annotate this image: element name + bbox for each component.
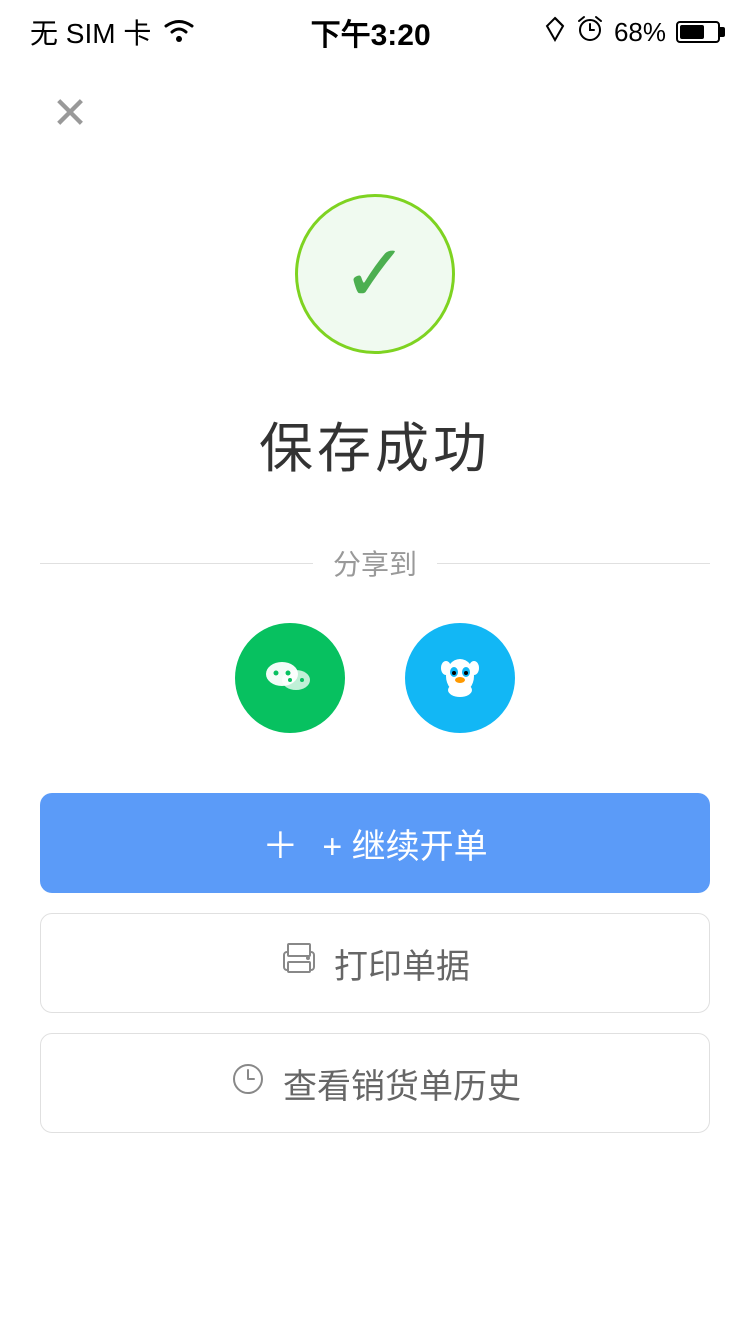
location-icon [544,16,566,49]
status-time: 下午3:20 [311,10,431,54]
print-label: 打印单据 [334,939,470,988]
print-icon [280,940,318,987]
share-section: 分享到 [40,543,710,733]
checkmark-icon: ✓ [341,234,408,314]
share-label: 分享到 [333,543,417,583]
share-icons-row [40,623,710,733]
status-bar: 无 SIM 卡 下午3:20 68% [0,0,750,64]
success-icon-circle: ✓ [295,194,455,354]
close-icon: ✕ [52,92,89,136]
qq-icon [430,648,490,708]
actions-section: ＋ + 继续开单 打印单据 查看销货单历 [40,793,710,1133]
continue-button[interactable]: ＋ + 继续开单 [40,793,710,893]
main-content: ✕ ✓ 保存成功 分享到 [0,64,750,1334]
battery-icon [676,21,720,43]
close-button[interactable]: ✕ [40,84,100,144]
qq-share-button[interactable] [405,623,515,733]
share-divider-row: 分享到 [40,543,710,583]
no-sim-label: 无 SIM 卡 [30,12,151,52]
status-right: 68% [544,15,720,50]
divider-right [437,563,710,564]
wechat-share-button[interactable] [235,623,345,733]
print-button[interactable]: 打印单据 [40,913,710,1013]
success-title: 保存成功 [259,404,491,483]
divider-left [40,563,313,564]
wechat-icon [260,648,320,708]
status-left: 无 SIM 卡 [30,12,197,52]
history-button[interactable]: 查看销货单历史 [40,1033,710,1133]
continue-label: + 继续开单 [322,819,487,868]
alarm-icon [576,15,604,50]
close-btn-row: ✕ [40,64,710,154]
history-icon [229,1060,267,1107]
continue-icon: ＋ [262,817,298,869]
wifi-icon [161,16,197,49]
history-label: 查看销货单历史 [283,1059,521,1108]
battery-label: 68% [614,17,666,48]
